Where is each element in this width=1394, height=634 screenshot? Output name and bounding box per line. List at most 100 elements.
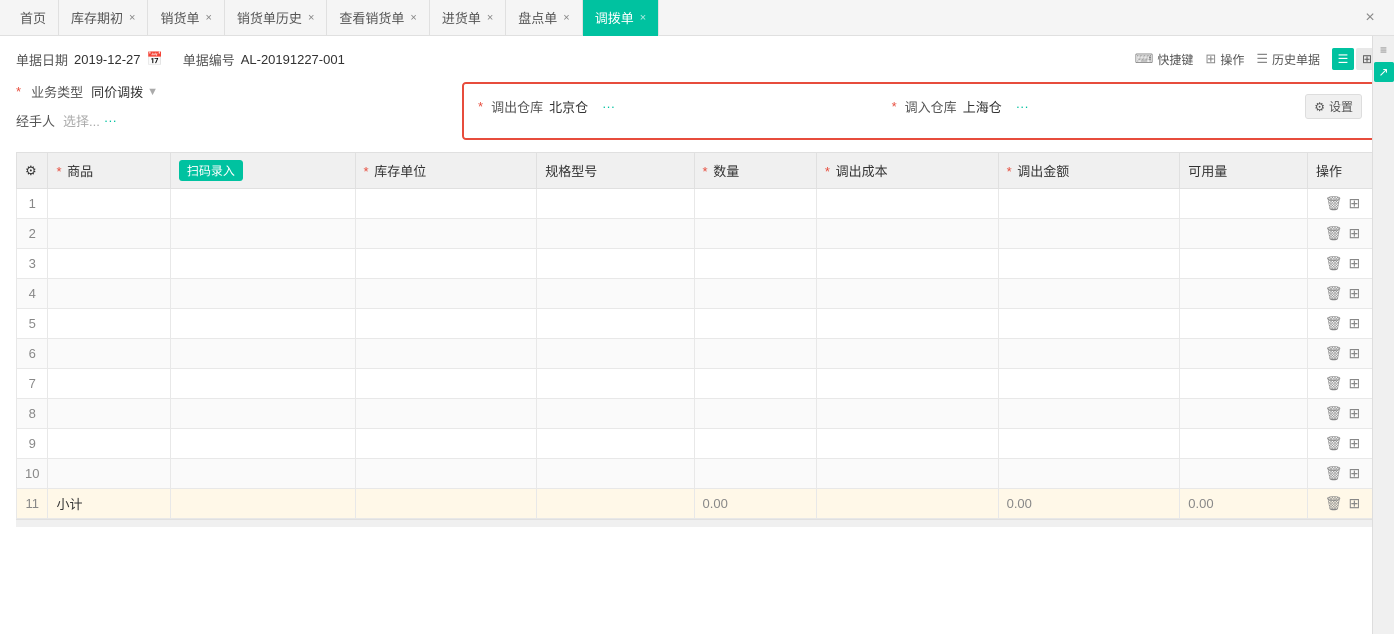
cell-amount-11[interactable]: 0.00	[998, 489, 1180, 519]
cell-qty-4[interactable]	[694, 279, 816, 309]
cell-cost-6[interactable]	[816, 339, 998, 369]
cell-spec-7[interactable]	[537, 369, 694, 399]
copy-row-icon[interactable]: ⊞	[1349, 375, 1361, 392]
cell-cost-8[interactable]	[816, 399, 998, 429]
tab-sales-order[interactable]: 销货单 ×	[148, 0, 224, 36]
cell-unit-3[interactable]	[355, 249, 537, 279]
delete-row-icon[interactable]: 🗑	[1325, 435, 1343, 452]
settings-button[interactable]: ⚙ 设置	[1305, 94, 1362, 119]
cell-product-8[interactable]	[48, 399, 170, 429]
cell-qty-7[interactable]	[694, 369, 816, 399]
cell-cost-9[interactable]	[816, 429, 998, 459]
copy-row-icon[interactable]: ⊞	[1349, 255, 1361, 272]
cell-product-10[interactable]	[48, 459, 170, 489]
cell-spec-6[interactable]	[537, 339, 694, 369]
cell-product-1[interactable]	[48, 189, 170, 219]
cell-unit-9[interactable]	[355, 429, 537, 459]
cell-amount-2[interactable]	[998, 219, 1180, 249]
cell-amount-3[interactable]	[998, 249, 1180, 279]
cell-unit-2[interactable]	[355, 219, 537, 249]
delete-row-icon[interactable]: 🗑	[1325, 315, 1343, 332]
cell-product-3[interactable]	[48, 249, 170, 279]
copy-row-icon[interactable]: ⊞	[1349, 435, 1361, 452]
copy-row-icon[interactable]: ⊞	[1349, 285, 1361, 302]
cell-product-9[interactable]	[48, 429, 170, 459]
cell-spec-4[interactable]	[537, 279, 694, 309]
cell-qty-8[interactable]	[694, 399, 816, 429]
out-warehouse-more-button[interactable]: ···	[602, 99, 615, 114]
shortcuts-button[interactable]: ⌨ 快捷键	[1135, 51, 1194, 68]
tab-close-purchase-order[interactable]: ×	[487, 12, 493, 24]
cell-amount-10[interactable]	[998, 459, 1180, 489]
cell-unit-8[interactable]	[355, 399, 537, 429]
cell-amount-9[interactable]	[998, 429, 1180, 459]
delete-row-icon[interactable]: 🗑	[1325, 225, 1343, 242]
cell-qty-11[interactable]: 0.00	[694, 489, 816, 519]
cell-spec-3[interactable]	[537, 249, 694, 279]
cell-qty-2[interactable]	[694, 219, 816, 249]
tab-purchase-order[interactable]: 进货单 ×	[430, 0, 506, 36]
cell-unit-7[interactable]	[355, 369, 537, 399]
window-close-button[interactable]: ×	[1354, 2, 1386, 34]
copy-row-icon[interactable]: ⊞	[1349, 345, 1361, 362]
cell-cost-3[interactable]	[816, 249, 998, 279]
cell-product-6[interactable]	[48, 339, 170, 369]
cell-product-11[interactable]: 小计	[48, 489, 170, 519]
delete-row-icon[interactable]: 🗑	[1325, 375, 1343, 392]
delete-row-icon[interactable]: 🗑	[1325, 285, 1343, 302]
history-button[interactable]: ☰ 历史单据	[1256, 51, 1320, 68]
cell-product-2[interactable]	[48, 219, 170, 249]
cell-cost-11[interactable]	[816, 489, 998, 519]
tab-inventory-check[interactable]: 盘点单 ×	[506, 0, 582, 36]
cell-amount-7[interactable]	[998, 369, 1180, 399]
cell-unit-5[interactable]	[355, 309, 537, 339]
cell-amount-5[interactable]	[998, 309, 1180, 339]
cell-unit-1[interactable]	[355, 189, 537, 219]
cell-cost-4[interactable]	[816, 279, 998, 309]
handler-select[interactable]: 选择... ···	[63, 111, 243, 130]
cell-cost-5[interactable]	[816, 309, 998, 339]
cell-qty-9[interactable]	[694, 429, 816, 459]
cell-cost-10[interactable]	[816, 459, 998, 489]
calendar-icon[interactable]: 📅	[147, 51, 163, 67]
tab-sales-history[interactable]: 销货单历史 ×	[225, 0, 327, 36]
cell-spec-5[interactable]	[537, 309, 694, 339]
delete-row-icon[interactable]: 🗑	[1325, 195, 1343, 212]
cell-unit-10[interactable]	[355, 459, 537, 489]
handler-more-button[interactable]: ···	[104, 113, 117, 128]
copy-row-icon[interactable]: ⊞	[1349, 195, 1361, 212]
cell-qty-10[interactable]	[694, 459, 816, 489]
delete-row-icon[interactable]: 🗑	[1325, 345, 1343, 362]
tab-close-inventory-init[interactable]: ×	[129, 12, 135, 24]
operations-button[interactable]: ⊞ 操作	[1205, 51, 1244, 68]
tab-close-sales-order[interactable]: ×	[205, 12, 211, 24]
delete-row-icon[interactable]: 🗑	[1325, 465, 1343, 482]
dropdown-arrow-icon[interactable]: ▼	[147, 86, 158, 98]
cell-spec-1[interactable]	[537, 189, 694, 219]
cell-amount-8[interactable]	[998, 399, 1180, 429]
list-layout-button[interactable]: ☰	[1332, 48, 1354, 70]
cell-qty-5[interactable]	[694, 309, 816, 339]
tab-view-sales[interactable]: 查看销货单 ×	[327, 0, 429, 36]
in-warehouse-more-button[interactable]: ···	[1016, 99, 1029, 114]
cell-product-5[interactable]	[48, 309, 170, 339]
cell-product-7[interactable]	[48, 369, 170, 399]
cell-cost-1[interactable]	[816, 189, 998, 219]
side-notes-icon[interactable]: ≡	[1374, 40, 1394, 60]
cell-amount-1[interactable]	[998, 189, 1180, 219]
tab-close-view-sales[interactable]: ×	[410, 12, 416, 24]
copy-row-icon[interactable]: ⊞	[1349, 465, 1361, 482]
tab-close-inventory-check[interactable]: ×	[563, 12, 569, 24]
cell-spec-10[interactable]	[537, 459, 694, 489]
cell-cost-2[interactable]	[816, 219, 998, 249]
side-export-icon[interactable]: ↗	[1374, 62, 1394, 82]
tab-transfer-order[interactable]: 调拨单 ×	[583, 0, 659, 36]
cell-unit-11[interactable]	[355, 489, 537, 519]
cell-spec-8[interactable]	[537, 399, 694, 429]
copy-row-icon[interactable]: ⊞	[1349, 225, 1361, 242]
tab-inventory-init[interactable]: 库存期初 ×	[59, 0, 148, 36]
cell-amount-4[interactable]	[998, 279, 1180, 309]
cell-product-4[interactable]	[48, 279, 170, 309]
cell-amount-6[interactable]	[998, 339, 1180, 369]
cell-qty-6[interactable]	[694, 339, 816, 369]
